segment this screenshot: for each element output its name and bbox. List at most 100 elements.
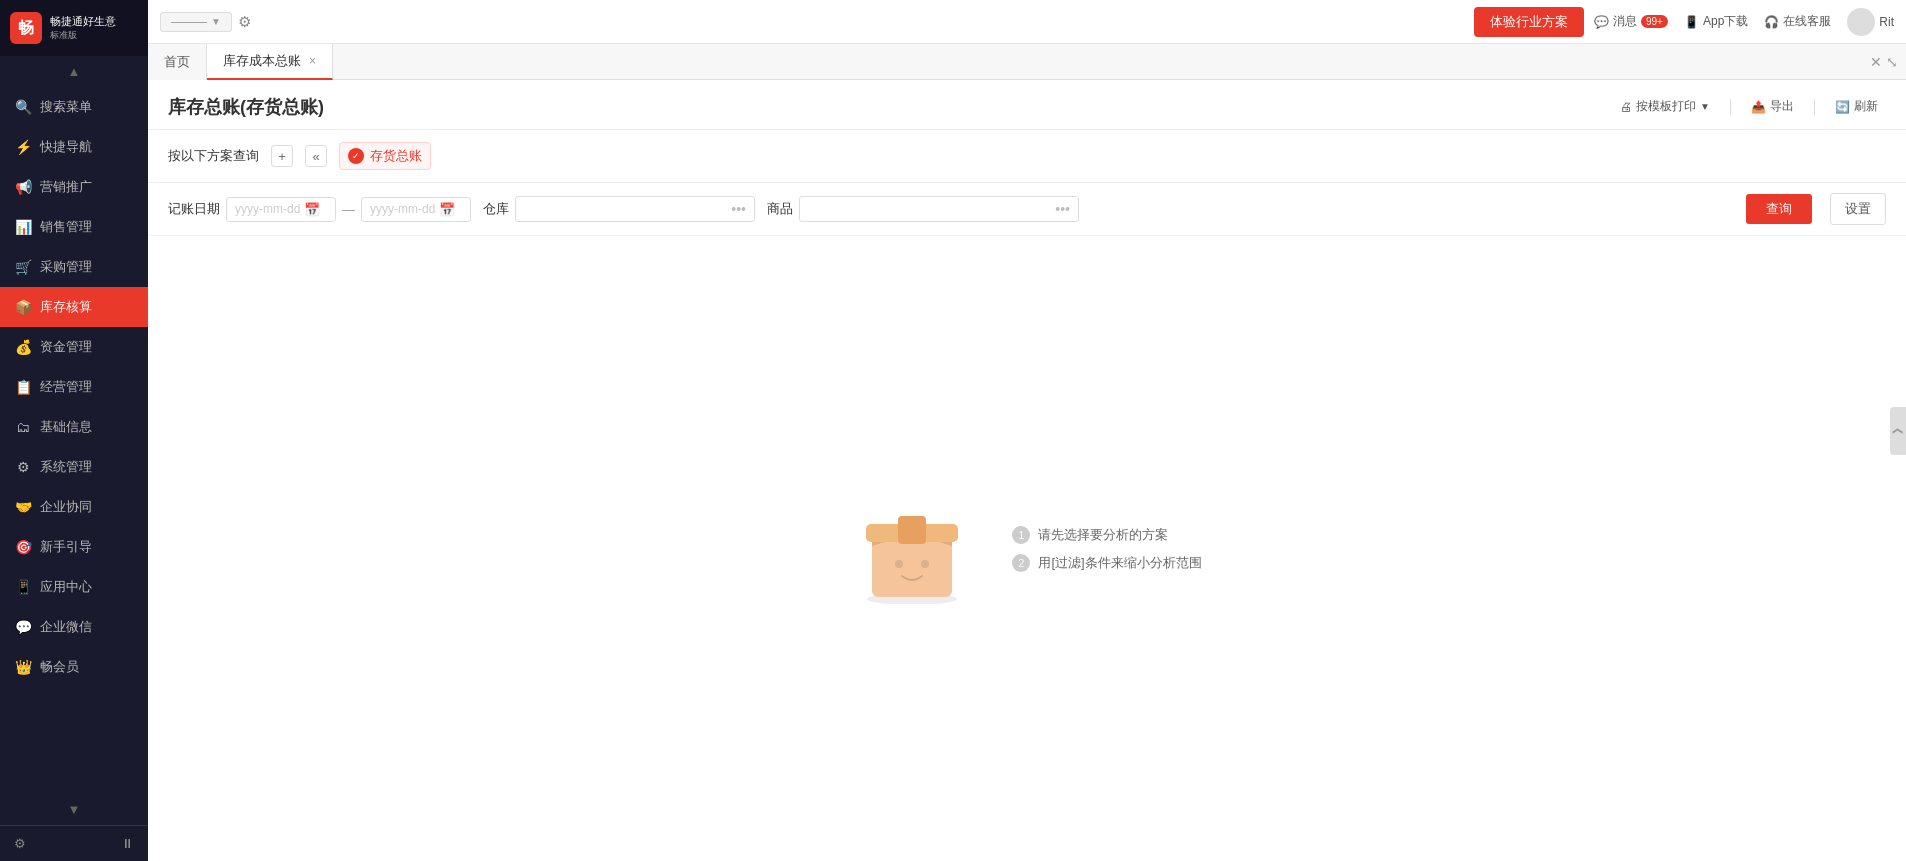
scheme-collapse-btn[interactable]: « bbox=[305, 145, 327, 167]
sidebar-scroll-down[interactable]: ▼ bbox=[0, 794, 148, 825]
message-icon: 💬 bbox=[1594, 15, 1609, 29]
setup-button[interactable]: 设置 bbox=[1830, 193, 1886, 225]
goods-more-icon[interactable]: ••• bbox=[1055, 201, 1070, 217]
breadcrumb-dropdown-icon[interactable]: ▼ bbox=[211, 16, 221, 27]
sidebar-nav: 🔍 搜索菜单 ⚡ 快捷导航 📢 营销推广 📊 销售管理 🛒 采购管理 📦 库存核… bbox=[0, 87, 148, 794]
date-start-input[interactable]: yyyy-mm-dd 📅 bbox=[226, 197, 336, 222]
hint-num-2: 2 bbox=[1012, 554, 1030, 572]
app-badge: 标准版 bbox=[50, 29, 116, 42]
app-name: 畅捷通好生意 bbox=[50, 14, 116, 28]
print-template-btn[interactable]: 🖨 按模板打印 ▼ bbox=[1612, 94, 1718, 119]
tab-close-icon[interactable]: × bbox=[309, 54, 316, 68]
empty-text: 1 请先选择要分析的方案 2 用[过滤]条件来缩小分析范围 bbox=[1012, 526, 1201, 572]
hint-text-1: 请先选择要分析的方案 bbox=[1038, 526, 1168, 544]
goods-input[interactable]: ••• bbox=[799, 196, 1079, 222]
action-divider-2 bbox=[1814, 99, 1815, 115]
export-icon: 📤 bbox=[1751, 100, 1766, 114]
sidebar-footer: ⚙ ⏸ bbox=[0, 825, 148, 861]
sidebar-item-quick-nav[interactable]: ⚡ 快捷导航 bbox=[0, 127, 148, 167]
tab-home[interactable]: 首页 bbox=[148, 44, 207, 80]
warehouse-input[interactable]: ••• bbox=[515, 196, 755, 222]
cooperation-icon: 🤝 bbox=[14, 499, 32, 515]
scheme-label: 按以下方案查询 bbox=[168, 147, 259, 165]
breadcrumb-current[interactable]: ――― ▼ bbox=[160, 12, 232, 32]
newbie-icon: 🎯 bbox=[14, 539, 32, 555]
scheme-item-label: 存货总账 bbox=[370, 147, 422, 165]
user-info[interactable]: Rit bbox=[1847, 8, 1894, 36]
sidebar-item-inventory[interactable]: 📦 库存核算 bbox=[0, 287, 148, 327]
query-button[interactable]: 查询 bbox=[1746, 194, 1812, 224]
online-service-action[interactable]: 🎧 在线客服 bbox=[1764, 13, 1831, 30]
audio-footer-icon[interactable]: ⏸ bbox=[121, 836, 134, 851]
svg-point-4 bbox=[895, 560, 903, 568]
tab-home-label: 首页 bbox=[164, 53, 190, 71]
scheme-add-btn[interactable]: + bbox=[271, 145, 293, 167]
sidebar-item-basic-info[interactable]: 🗂 基础信息 bbox=[0, 407, 148, 447]
sidebar-item-newbie[interactable]: 🎯 新手引导 bbox=[0, 527, 148, 567]
scheme-item-icon: ✓ bbox=[348, 148, 364, 164]
tab-inventory-ledger[interactable]: 库存成本总账 × bbox=[207, 44, 333, 80]
sidebar-item-system[interactable]: ⚙ 系统管理 bbox=[0, 447, 148, 487]
user-name: Rit bbox=[1879, 15, 1894, 29]
right-panel-toggle[interactable]: ❮ bbox=[1890, 407, 1906, 455]
tab-panel-close-btn[interactable]: ✕ ⤡ bbox=[1870, 54, 1898, 70]
basic-info-icon: 🗂 bbox=[14, 419, 32, 435]
hint-num-1: 1 bbox=[1012, 526, 1030, 544]
date-filter-group: 记账日期 yyyy-mm-dd 📅 — yyyy-mm-dd 📅 bbox=[168, 197, 471, 222]
print-dropdown-icon[interactable]: ▼ bbox=[1700, 101, 1710, 112]
tab-active-label: 库存成本总账 bbox=[223, 52, 301, 70]
sidebar-item-operations[interactable]: 📋 经营管理 bbox=[0, 367, 148, 407]
date-end-input[interactable]: yyyy-mm-dd 📅 bbox=[361, 197, 471, 222]
goods-filter-group: 商品 ••• bbox=[767, 196, 1079, 222]
calendar-start-icon[interactable]: 📅 bbox=[304, 202, 320, 217]
panel-close-icon: ✕ bbox=[1870, 54, 1882, 70]
sidebar: 畅 畅捷通好生意 标准版 ▲ 🔍 搜索菜单 ⚡ 快捷导航 📢 营销推广 📊 销售… bbox=[0, 0, 148, 861]
service-icon: 🎧 bbox=[1764, 15, 1779, 29]
date-end-placeholder: yyyy-mm-dd bbox=[370, 202, 435, 216]
user-avatar bbox=[1847, 8, 1875, 36]
app-logo: 畅 畅捷通好生意 标准版 bbox=[0, 0, 148, 56]
sidebar-item-cooperation[interactable]: 🤝 企业协同 bbox=[0, 487, 148, 527]
sidebar-item-purchase[interactable]: 🛒 采购管理 bbox=[0, 247, 148, 287]
settings-footer-icon[interactable]: ⚙ bbox=[14, 836, 26, 851]
message-action[interactable]: 💬 消息 99+ bbox=[1594, 13, 1668, 30]
sidebar-item-sales[interactable]: 📊 销售管理 bbox=[0, 207, 148, 247]
page-content: 库存总账(存货总账) 🖨 按模板打印 ▼ 📤 导出 🔄 刷新 bbox=[148, 80, 1906, 861]
topbar-right: 💬 消息 99+ 📱 App下载 🎧 在线客服 Rit bbox=[1594, 8, 1894, 36]
svg-rect-1 bbox=[872, 539, 952, 597]
svg-rect-3 bbox=[898, 516, 926, 544]
refresh-icon: 🔄 bbox=[1835, 100, 1850, 114]
export-btn[interactable]: 📤 导出 bbox=[1743, 94, 1802, 119]
app-center-icon: 📱 bbox=[14, 579, 32, 595]
scheme-item-inventory[interactable]: ✓ 存货总账 bbox=[339, 142, 431, 170]
wechat-icon: 💬 bbox=[14, 619, 32, 635]
warehouse-field-label: 仓库 bbox=[483, 200, 509, 218]
scroll-up-btn[interactable]: ▲ bbox=[0, 60, 148, 83]
scroll-down-btn[interactable]: ▼ bbox=[0, 798, 148, 821]
topbar-settings-icon[interactable]: ⚙ bbox=[238, 13, 251, 31]
page-title: 库存总账(存货总账) bbox=[168, 95, 324, 119]
date-start-placeholder: yyyy-mm-dd bbox=[235, 202, 300, 216]
sidebar-item-search[interactable]: 🔍 搜索菜单 bbox=[0, 87, 148, 127]
warehouse-more-icon[interactable]: ••• bbox=[731, 201, 746, 217]
app-download-icon: 📱 bbox=[1684, 15, 1699, 29]
operations-icon: 📋 bbox=[14, 379, 32, 395]
app-download-action[interactable]: 📱 App下载 bbox=[1684, 13, 1748, 30]
sidebar-item-member[interactable]: 👑 畅会员 bbox=[0, 647, 148, 687]
sidebar-scroll-up[interactable]: ▲ bbox=[0, 56, 148, 87]
sidebar-item-app-center[interactable]: 📱 应用中心 bbox=[0, 567, 148, 607]
sidebar-item-marketing[interactable]: 📢 营销推广 bbox=[0, 167, 148, 207]
sidebar-item-enterprise-wechat[interactable]: 💬 企业微信 bbox=[0, 607, 148, 647]
trial-button[interactable]: 体验行业方案 bbox=[1474, 7, 1584, 37]
breadcrumb-area: ――― ▼ ⚙ bbox=[160, 12, 1464, 32]
panel-resize-icon: ⤡ bbox=[1886, 54, 1898, 70]
sales-icon: 📊 bbox=[14, 219, 32, 235]
empty-svg bbox=[852, 494, 972, 604]
sidebar-item-finance[interactable]: 💰 资金管理 bbox=[0, 327, 148, 367]
page-header: 库存总账(存货总账) 🖨 按模板打印 ▼ 📤 导出 🔄 刷新 bbox=[148, 80, 1906, 130]
calendar-end-icon[interactable]: 📅 bbox=[439, 202, 455, 217]
message-badge: 99+ bbox=[1641, 15, 1668, 28]
refresh-btn[interactable]: 🔄 刷新 bbox=[1827, 94, 1886, 119]
inventory-icon: 📦 bbox=[14, 299, 32, 315]
hint-text-2: 用[过滤]条件来缩小分析范围 bbox=[1038, 554, 1201, 572]
